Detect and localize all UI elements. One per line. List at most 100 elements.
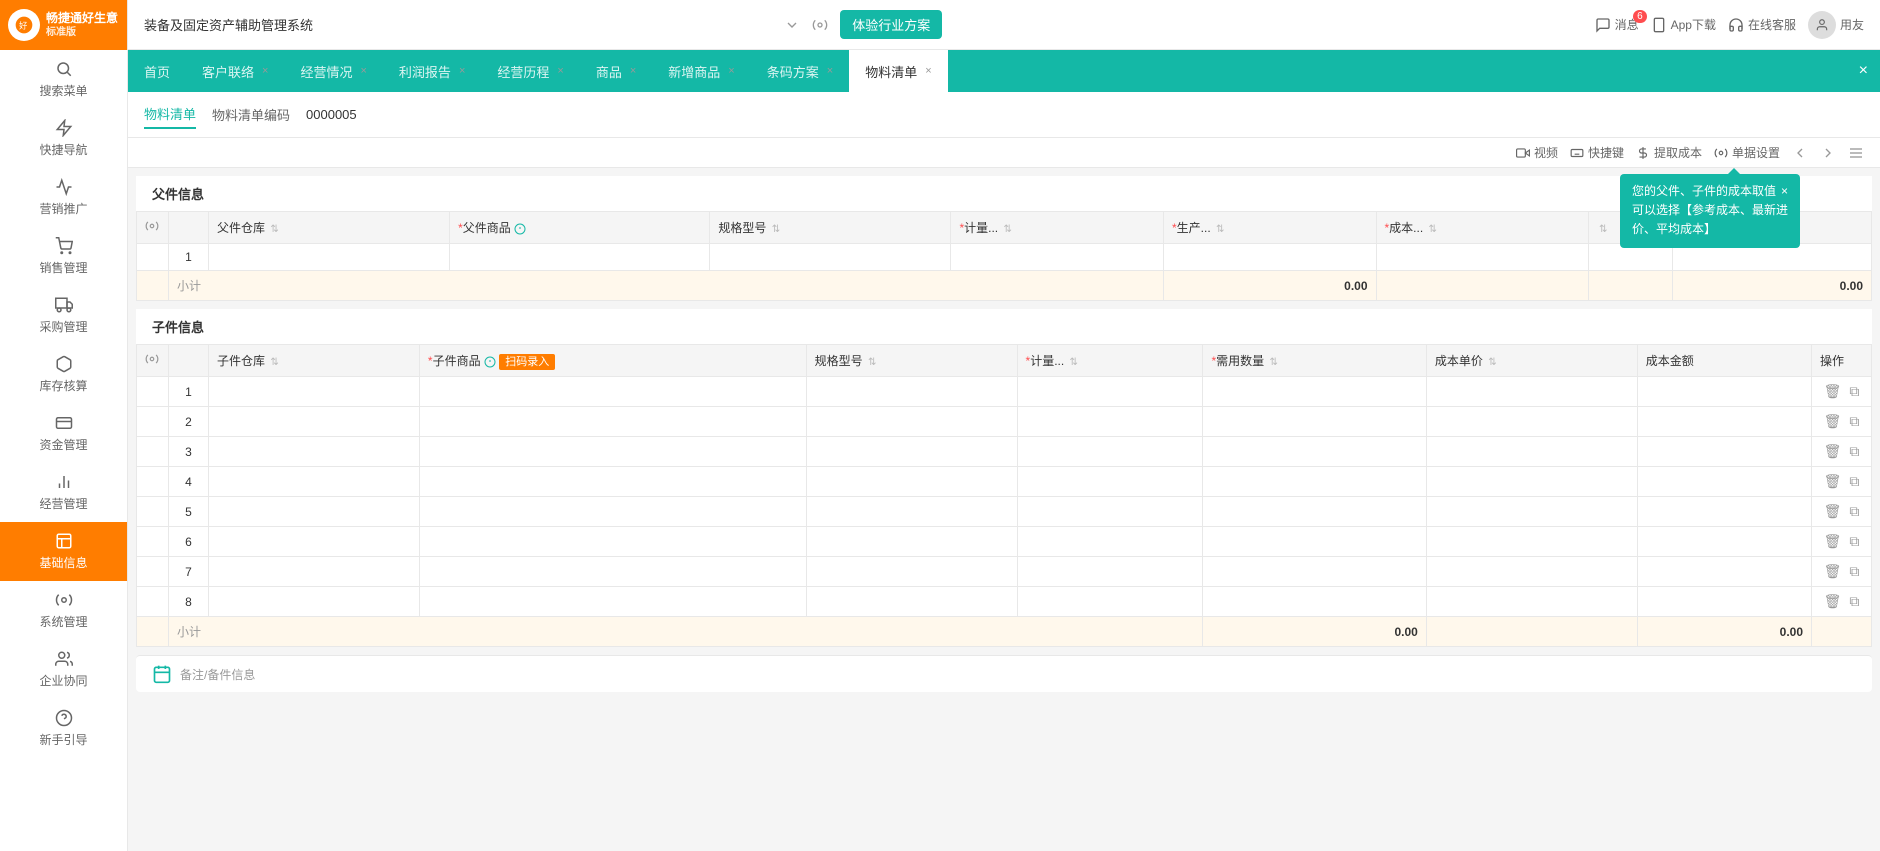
child-row-unit[interactable] [1017,557,1203,587]
sidebar-item-inventory[interactable]: 库存核算 [0,345,127,404]
delete-row-icon[interactable]: 🗑 [1824,443,1842,460]
child-row-product[interactable] [419,407,806,437]
child-row-unit[interactable] [1017,467,1203,497]
delete-row-icon[interactable]: 🗑 [1824,503,1842,520]
child-row-spec[interactable] [806,437,1017,467]
close-operations-tab[interactable]: × [360,65,366,77]
child-row-product[interactable] [419,377,806,407]
app-download-btn[interactable]: App下载 [1651,16,1716,33]
delete-row-icon[interactable]: 🗑 [1824,473,1842,490]
child-row-qty[interactable] [1203,587,1426,617]
next-icon[interactable] [1820,145,1836,161]
parent-row-unit[interactable] [951,244,1164,271]
child-row-warehouse[interactable] [209,557,420,587]
settings-icon[interactable] [812,17,828,33]
child-row-qty[interactable] [1203,527,1426,557]
child-row-product[interactable] [419,557,806,587]
child-row-product[interactable] [419,437,806,467]
copy-row-icon[interactable]: ⧉ [1849,383,1859,400]
parent-row-spec[interactable] [710,244,951,271]
child-row-unit-cost[interactable] [1426,437,1637,467]
sidebar-item-marketing[interactable]: 营销推广 [0,168,127,227]
child-row-qty[interactable] [1203,497,1426,527]
sidebar-item-quick-nav[interactable]: 快捷导航 [0,109,127,168]
child-row-qty[interactable] [1203,437,1426,467]
child-row-warehouse[interactable] [209,437,420,467]
sidebar-item-collab[interactable]: 企业协同 [0,640,127,699]
sidebar-item-guide[interactable]: 新手引导 [0,699,127,758]
delete-row-icon[interactable]: 🗑 [1824,383,1842,400]
tab-new-product[interactable]: 新增商品 × [652,50,750,92]
view-btn[interactable]: 视频 [1516,144,1558,161]
parent-row-cost[interactable] [1376,244,1589,271]
sidebar-item-basic-info[interactable]: 基础信息 [0,522,127,581]
menu-icon[interactable] [1848,145,1864,161]
copy-row-icon[interactable]: ⧉ [1849,443,1859,460]
child-row-product[interactable] [419,587,806,617]
tab-bom[interactable]: 物料清单 × [849,50,947,92]
close-new-product-tab[interactable]: × [728,65,734,77]
child-row-warehouse[interactable] [209,377,420,407]
copy-row-icon[interactable]: ⧉ [1849,473,1859,490]
child-row-unit-cost[interactable] [1426,407,1637,437]
delete-row-icon[interactable]: 🗑 [1824,593,1842,610]
child-row-unit-cost[interactable] [1426,557,1637,587]
close-profit-tab[interactable]: × [459,65,465,77]
child-row-product[interactable] [419,527,806,557]
child-row-warehouse[interactable] [209,527,420,557]
child-row-warehouse[interactable] [209,407,420,437]
close-bom-tab[interactable]: × [925,65,931,77]
tab-profit[interactable]: 利润报告 × [383,50,481,92]
child-col-settings[interactable] [137,345,169,377]
online-service-btn[interactable]: 在线客服 [1728,16,1796,33]
dropdown-icon[interactable] [784,17,800,33]
child-row-spec[interactable] [806,497,1017,527]
child-row-spec[interactable] [806,557,1017,587]
child-row-warehouse[interactable] [209,467,420,497]
messages-btn[interactable]: 消息 6 [1595,16,1639,33]
sidebar-item-finance[interactable]: 资金管理 [0,404,127,463]
copy-row-icon[interactable]: ⧉ [1849,563,1859,580]
child-row-warehouse[interactable] [209,497,420,527]
single-settings-btn[interactable]: 单据设置 [1714,144,1780,161]
child-row-qty[interactable] [1203,557,1426,587]
prev-icon[interactable] [1792,145,1808,161]
sidebar-item-sales[interactable]: 销售管理 [0,227,127,286]
child-row-qty[interactable] [1203,407,1426,437]
close-history-tab[interactable]: × [557,65,563,77]
child-row-qty[interactable] [1203,467,1426,497]
copy-row-icon[interactable]: ⧉ [1849,533,1859,550]
user-menu[interactable]: 用友 [1808,11,1864,39]
close-products-tab[interactable]: × [630,65,636,77]
child-row-spec[interactable] [806,587,1017,617]
tooltip-close-btn[interactable]: × [1781,182,1788,201]
child-row-unit-cost[interactable] [1426,527,1637,557]
parent-row-product[interactable] [450,244,710,271]
child-row-qty[interactable] [1203,377,1426,407]
child-row-unit[interactable] [1017,527,1203,557]
close-customers-tab[interactable]: × [262,65,268,77]
child-row-product[interactable] [419,467,806,497]
tab-barcode[interactable]: 条码方案 × [751,50,849,92]
child-row-warehouse[interactable] [209,587,420,617]
delete-row-icon[interactable]: 🗑 [1824,533,1842,550]
trial-btn[interactable]: 体验行业方案 [840,10,942,39]
close-barcode-tab[interactable]: × [827,65,833,77]
child-row-unit[interactable] [1017,437,1203,467]
copy-row-icon[interactable]: ⧉ [1849,503,1859,520]
child-row-unit-cost[interactable] [1426,497,1637,527]
sidebar-item-operations[interactable]: 经营管理 [0,463,127,522]
delete-row-icon[interactable]: 🗑 [1824,563,1842,580]
child-row-unit-cost[interactable] [1426,587,1637,617]
scan-btn[interactable]: 扫码录入 [499,354,555,370]
tab-home[interactable]: 首页 [128,50,186,92]
hotkey-btn[interactable]: 快捷键 [1570,144,1624,161]
child-row-unit[interactable] [1017,377,1203,407]
child-row-spec[interactable] [806,467,1017,497]
sidebar-item-system[interactable]: 系统管理 [0,581,127,640]
child-row-unit[interactable] [1017,587,1203,617]
copy-row-icon[interactable]: ⧉ [1849,593,1859,610]
tab-customers[interactable]: 客户联络 × [186,50,284,92]
tab-products[interactable]: 商品 × [580,50,652,92]
tab-history[interactable]: 经营历程 × [481,50,579,92]
